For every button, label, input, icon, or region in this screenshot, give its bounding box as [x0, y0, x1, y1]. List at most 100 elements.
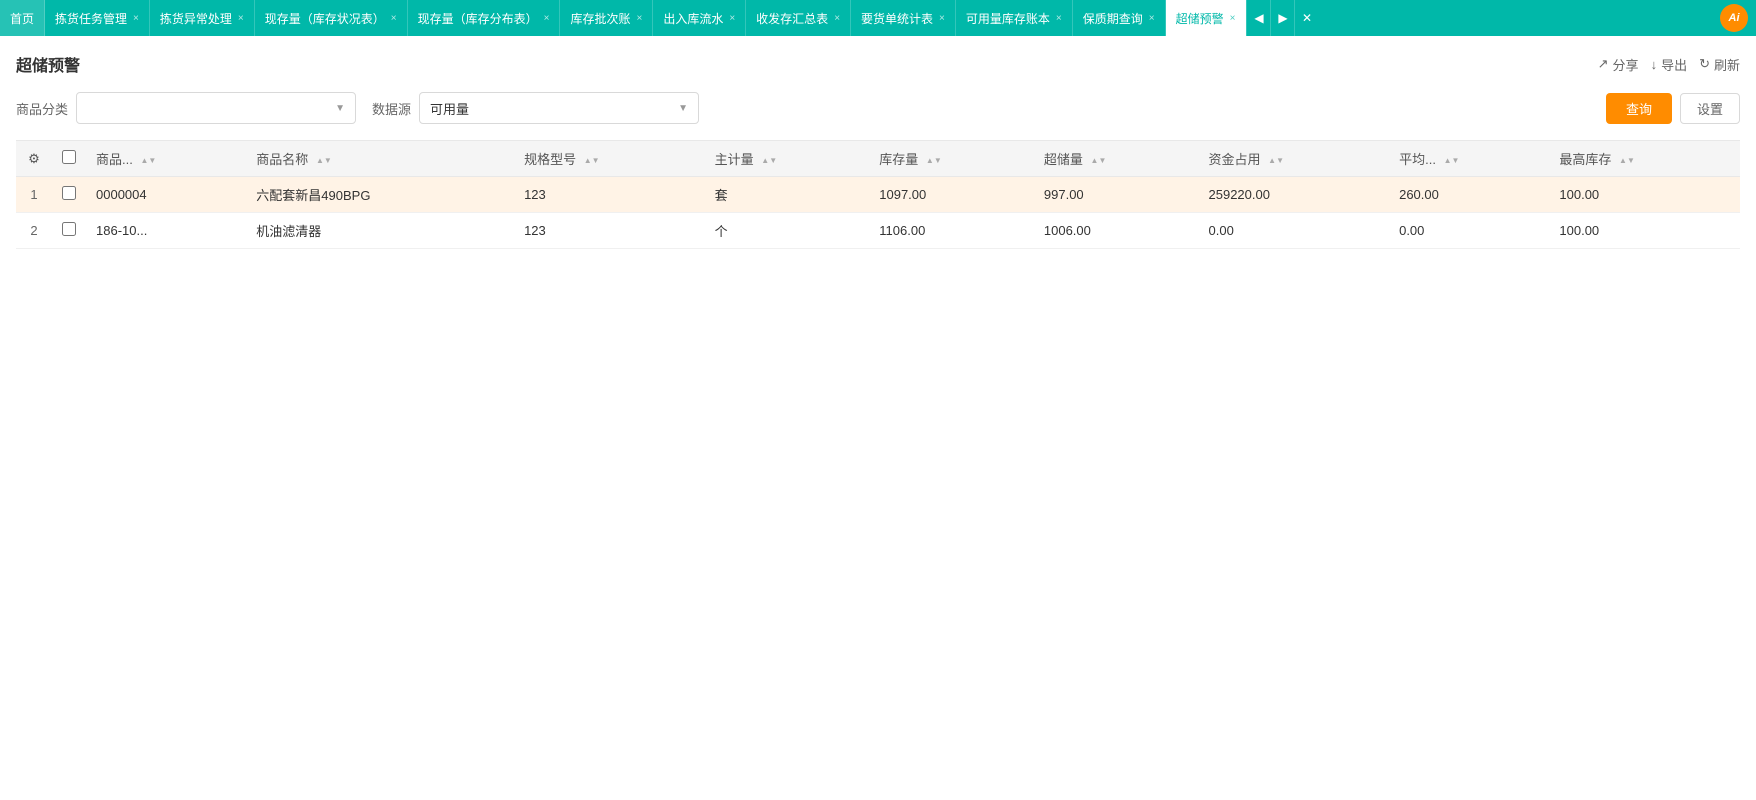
col-label-product-code: 商品...	[96, 152, 133, 167]
row-checkbox-1	[52, 177, 86, 213]
col-header-product-name[interactable]: 商品名称 ▲▼	[246, 141, 514, 177]
query-button[interactable]: 查询	[1606, 93, 1672, 124]
refresh-button[interactable]: ↻ 刷新	[1699, 55, 1740, 74]
table-header-row: ⚙ 商品... ▲▼ 商品名称 ▲▼ 规格型号 ▲▼	[16, 141, 1740, 177]
sort-icon-max-stock: ▲▼	[1619, 157, 1635, 165]
chevron-down-icon-category: ▼	[335, 103, 345, 114]
col-header-capital[interactable]: 资金占用 ▲▼	[1199, 141, 1390, 177]
page-title: 超储预警	[16, 52, 80, 76]
row-select-checkbox-1[interactable]	[62, 186, 76, 200]
nav-label-inventory-dist: 现存量（库存分布表）	[418, 10, 538, 27]
cell-stock-2: 1106.00	[869, 213, 1034, 249]
share-button[interactable]: ↗ 分享	[1598, 55, 1639, 74]
cell-max-stock-1: 100.00	[1549, 177, 1740, 213]
datasource-select[interactable]: 可用量 ▼	[419, 92, 699, 124]
sort-icon-avg: ▲▼	[1444, 157, 1460, 165]
row-index-2: 2	[16, 213, 52, 249]
export-label: 导出	[1661, 55, 1687, 74]
col-header-avg[interactable]: 平均... ▲▼	[1389, 141, 1549, 177]
cell-capital-2: 0.00	[1199, 213, 1390, 249]
sort-icon-product-name: ▲▼	[316, 157, 332, 165]
close-icon-order-stat[interactable]: ×	[939, 13, 945, 24]
select-all-checkbox[interactable]	[62, 150, 76, 164]
close-icon-flow[interactable]: ×	[729, 13, 735, 24]
nav-item-expiry[interactable]: 保质期查询 ×	[1073, 0, 1166, 36]
cell-product-code-2: 186-10...	[86, 213, 246, 249]
sort-icon-unit: ▲▼	[761, 157, 777, 165]
nav-item-flow[interactable]: 出入库流水 ×	[653, 0, 746, 36]
cell-unit-2: 个	[705, 213, 870, 249]
nav-item-available[interactable]: 可用量库存账本 ×	[956, 0, 1073, 36]
close-icon-overstock[interactable]: ×	[1230, 13, 1236, 24]
col-header-spec[interactable]: 规格型号 ▲▼	[514, 141, 705, 177]
nav-label-expiry: 保质期查询	[1083, 10, 1143, 27]
nav-label-batch: 库存批次账	[570, 10, 630, 27]
filter-buttons: 查询 设置	[1606, 93, 1740, 124]
data-table: ⚙ 商品... ▲▼ 商品名称 ▲▼ 规格型号 ▲▼	[16, 140, 1740, 249]
nav-item-order-stat[interactable]: 要货单统计表 ×	[851, 0, 956, 36]
nav-item-batch[interactable]: 库存批次账 ×	[560, 0, 653, 36]
refresh-icon: ↻	[1699, 56, 1710, 72]
close-icon-task[interactable]: ×	[133, 13, 139, 24]
chevron-down-icon-datasource: ▼	[678, 103, 688, 114]
nav-item-exception[interactable]: 拣货异常处理 ×	[150, 0, 255, 36]
row-select-checkbox-2[interactable]	[62, 222, 76, 236]
nav-item-inventory-status[interactable]: 现存量（库存状况表） ×	[255, 0, 408, 36]
table-row: 1 0000004 六配套新昌490BPG 123 套 1097.00 997.…	[16, 177, 1740, 213]
close-icon-inventory-status[interactable]: ×	[391, 13, 397, 24]
table-row: 2 186-10... 机油滤清器 123 个 1106.00 1006.00 …	[16, 213, 1740, 249]
nav-bar: 首页 拣货任务管理 × 拣货异常处理 × 现存量（库存状况表） × 现存量（库存…	[0, 0, 1756, 36]
nav-close-arrow[interactable]: ✕	[1294, 0, 1318, 36]
col-header-overstock[interactable]: 超储量 ▲▼	[1034, 141, 1199, 177]
cell-product-name-1: 六配套新昌490BPG	[246, 177, 514, 213]
cell-overstock-1: 997.00	[1034, 177, 1199, 213]
settings-button[interactable]: 设置	[1680, 93, 1740, 124]
nav-item-home[interactable]: 首页	[0, 0, 45, 36]
sort-icon-overstock: ▲▼	[1091, 157, 1107, 165]
nav-left-arrow[interactable]: ◀	[1246, 0, 1270, 36]
cell-avg-1: 260.00	[1389, 177, 1549, 213]
category-label: 商品分类	[16, 99, 68, 118]
close-icon-summary[interactable]: ×	[834, 13, 840, 24]
datasource-label: 数据源	[372, 99, 411, 118]
col-label-product-name: 商品名称	[256, 152, 308, 167]
col-label-avg: 平均...	[1399, 152, 1436, 167]
nav-item-summary[interactable]: 收发存汇总表 ×	[746, 0, 851, 36]
close-icon-inventory-dist[interactable]: ×	[544, 13, 550, 24]
filter-row: 商品分类 ▼ 数据源 可用量 ▼ 查询 设置	[16, 92, 1740, 124]
cell-max-stock-2: 100.00	[1549, 213, 1740, 249]
col-label-capital: 资金占用	[1209, 152, 1261, 167]
close-icon-batch[interactable]: ×	[636, 13, 642, 24]
sort-icon-capital: ▲▼	[1268, 157, 1284, 165]
nav-item-task[interactable]: 拣货任务管理 ×	[45, 0, 150, 36]
page-header: 超储预警 ↗ 分享 ↓ 导出 ↻ 刷新	[16, 52, 1740, 76]
checkbox-column-header	[52, 141, 86, 177]
gear-icon[interactable]: ⚙	[28, 151, 40, 166]
share-icon: ↗	[1598, 56, 1609, 72]
cell-product-code-1: 0000004	[86, 177, 246, 213]
row-index-1: 1	[16, 177, 52, 213]
sort-icon-stock: ▲▼	[926, 157, 942, 165]
nav-label-available: 可用量库存账本	[966, 10, 1050, 27]
close-icon-exception[interactable]: ×	[238, 13, 244, 24]
nav-right-arrow[interactable]: ▶	[1270, 0, 1294, 36]
cell-product-name-2: 机油滤清器	[246, 213, 514, 249]
datasource-select-value: 可用量	[430, 99, 469, 118]
col-header-stock[interactable]: 库存量 ▲▼	[869, 141, 1034, 177]
export-button[interactable]: ↓ 导出	[1651, 55, 1688, 74]
nav-label-order-stat: 要货单统计表	[861, 10, 933, 27]
col-header-product-code[interactable]: 商品... ▲▼	[86, 141, 246, 177]
header-actions: ↗ 分享 ↓ 导出 ↻ 刷新	[1598, 55, 1740, 74]
category-select[interactable]: ▼	[76, 92, 356, 124]
sort-icon-product-code: ▲▼	[140, 157, 156, 165]
cell-spec-1: 123	[514, 177, 705, 213]
nav-item-inventory-dist[interactable]: 现存量（库存分布表） ×	[408, 0, 561, 36]
col-header-max-stock[interactable]: 最高库存 ▲▼	[1549, 141, 1740, 177]
cell-capital-1: 259220.00	[1199, 177, 1390, 213]
col-header-unit[interactable]: 主计量 ▲▼	[705, 141, 870, 177]
top-right-nav: Ai	[1720, 4, 1756, 32]
close-icon-expiry[interactable]: ×	[1149, 13, 1155, 24]
nav-item-overstock[interactable]: 超储预警 ×	[1166, 0, 1247, 36]
close-icon-available[interactable]: ×	[1056, 13, 1062, 24]
settings-column-header: ⚙	[16, 141, 52, 177]
